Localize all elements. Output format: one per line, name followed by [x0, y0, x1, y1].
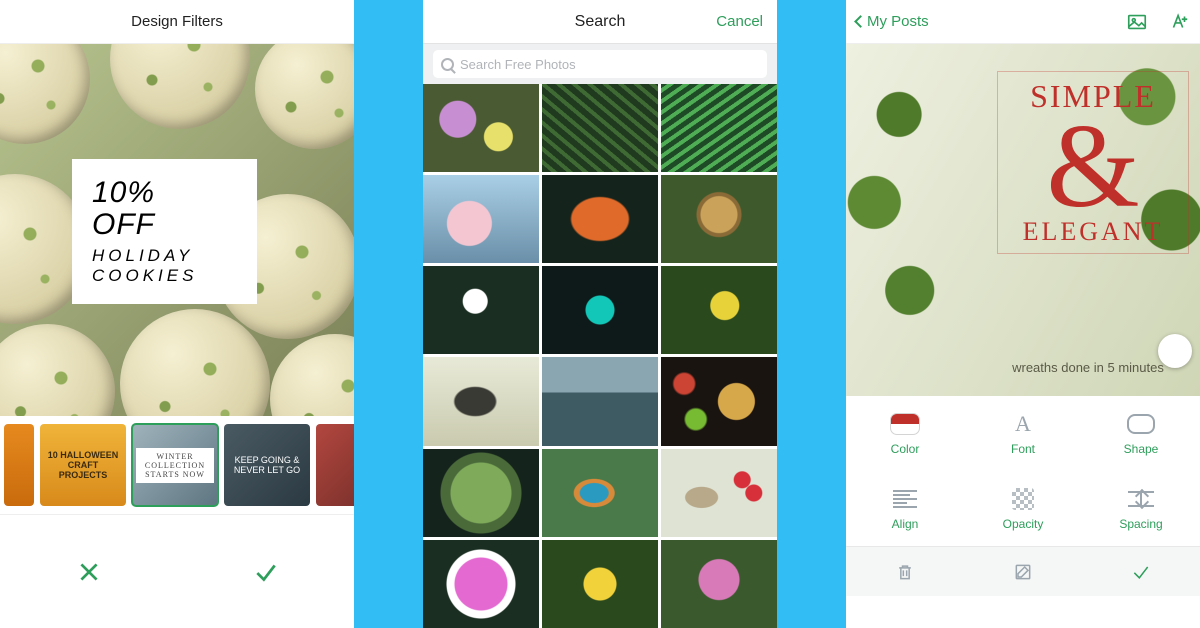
subtitle-text[interactable]: wreaths done in 5 minutes — [988, 360, 1188, 375]
header-title: Search — [575, 13, 626, 31]
photo-tile[interactable] — [542, 357, 658, 445]
text-word2: ELEGANT — [1004, 217, 1182, 247]
photo-tile[interactable] — [661, 540, 777, 628]
tool-label: Font — [1011, 442, 1035, 456]
add-text-icon[interactable] — [1168, 11, 1190, 33]
header: Search Cancel — [423, 0, 777, 44]
photo-tile[interactable] — [661, 175, 777, 263]
tool-label: Color — [891, 442, 920, 456]
filter-thumb[interactable] — [316, 424, 354, 506]
tool-font[interactable]: A Font — [964, 396, 1082, 471]
filter-thumb[interactable] — [4, 424, 34, 506]
opacity-icon — [1012, 488, 1034, 510]
filter-label: WINTER COLLECTION STARTS NOW — [136, 448, 214, 483]
photo-grid[interactable] — [423, 84, 777, 628]
text-amp: & — [1004, 115, 1182, 217]
font-icon: A — [1015, 411, 1031, 437]
photo-tile[interactable] — [423, 357, 539, 445]
photo-tile[interactable] — [423, 84, 539, 172]
tool-label: Opacity — [1003, 517, 1044, 531]
photo-tile[interactable] — [423, 540, 539, 628]
tool-label: Spacing — [1119, 517, 1162, 531]
tool-align[interactable]: Align — [846, 471, 964, 546]
photo-tile[interactable] — [661, 357, 777, 445]
confirm-button[interactable] — [1082, 547, 1200, 596]
promo-line3: HOLIDAY — [92, 246, 237, 266]
tool-shape[interactable]: Shape — [1082, 396, 1200, 471]
tool-opacity[interactable]: Opacity — [964, 471, 1082, 546]
filter-label: 10 HALLOWEEN CRAFT PROJECTS — [44, 450, 122, 480]
tool-label: Align — [892, 517, 919, 531]
filter-label: KEEP GOING & NEVER LET GO — [228, 455, 306, 475]
chevron-left-icon — [854, 15, 867, 28]
photo-tile[interactable] — [542, 540, 658, 628]
check-icon — [1131, 562, 1151, 582]
check-icon — [253, 559, 279, 585]
trash-icon — [895, 562, 915, 582]
photo-tile[interactable] — [661, 266, 777, 354]
filter-strip[interactable]: 10 HALLOWEEN CRAFT PROJECTS WINTER COLLE… — [0, 416, 354, 514]
back-label: My Posts — [867, 13, 929, 30]
design-canvas[interactable]: SIMPLE & ELEGANT wreaths done in 5 minut… — [846, 44, 1200, 396]
tool-color[interactable]: Color — [846, 396, 964, 471]
photo-tile[interactable] — [661, 84, 777, 172]
screen-design-filters: Design Filters 10% OFF HOLIDAY COOKIES 1… — [0, 0, 354, 628]
header: Design Filters — [0, 0, 354, 44]
search-bar-container: Search Free Photos — [423, 44, 777, 84]
photo-tile[interactable] — [542, 266, 658, 354]
tool-grid: Color A Font Shape Align Opacity Spacing — [846, 396, 1200, 546]
image-icon[interactable] — [1126, 11, 1148, 33]
shape-icon — [1127, 414, 1155, 434]
screen-search: Search Cancel Search Free Photos — [423, 0, 777, 628]
confirm-button[interactable] — [177, 515, 354, 628]
filter-thumb[interactable]: 10 HALLOWEEN CRAFT PROJECTS — [40, 424, 126, 506]
screen-text-editor: My Posts SIMPLE & ELEGANT wreaths done i… — [846, 0, 1200, 628]
action-bar — [0, 514, 354, 628]
search-input[interactable]: Search Free Photos — [433, 50, 767, 78]
bottom-bar — [846, 546, 1200, 596]
tool-label: Shape — [1124, 442, 1159, 456]
align-icon — [893, 490, 917, 508]
header: My Posts — [846, 0, 1200, 44]
cancel-button[interactable] — [0, 515, 177, 628]
photo-tile[interactable] — [542, 449, 658, 537]
spacing-icon — [1128, 489, 1154, 509]
text-element-selected[interactable]: SIMPLE & ELEGANT — [998, 72, 1188, 253]
delete-button[interactable] — [846, 547, 964, 596]
header-title: Design Filters — [131, 13, 223, 30]
close-icon — [76, 559, 102, 585]
filter-thumb[interactable]: KEEP GOING & NEVER LET GO — [224, 424, 310, 506]
photo-tile[interactable] — [542, 175, 658, 263]
promo-text-box[interactable]: 10% OFF HOLIDAY COOKIES — [72, 159, 257, 304]
back-button[interactable]: My Posts — [856, 13, 929, 30]
promo-line1: 10% — [92, 177, 237, 209]
photo-tile[interactable] — [542, 84, 658, 172]
cancel-button[interactable]: Cancel — [716, 13, 763, 30]
promo-line4: COOKIES — [92, 266, 237, 286]
tool-spacing[interactable]: Spacing — [1082, 471, 1200, 546]
edit-icon — [1013, 562, 1033, 582]
promo-line2: OFF — [92, 209, 237, 241]
photo-tile[interactable] — [423, 175, 539, 263]
design-canvas[interactable]: 10% OFF HOLIDAY COOKIES — [0, 44, 354, 416]
photo-tile[interactable] — [661, 449, 777, 537]
search-icon — [441, 58, 454, 71]
color-swatch-icon — [890, 413, 920, 435]
photo-tile[interactable] — [423, 449, 539, 537]
filter-thumb-selected[interactable]: WINTER COLLECTION STARTS NOW — [132, 424, 218, 506]
photo-tile[interactable] — [423, 266, 539, 354]
edit-button[interactable] — [964, 547, 1082, 596]
search-placeholder: Search Free Photos — [460, 57, 576, 72]
